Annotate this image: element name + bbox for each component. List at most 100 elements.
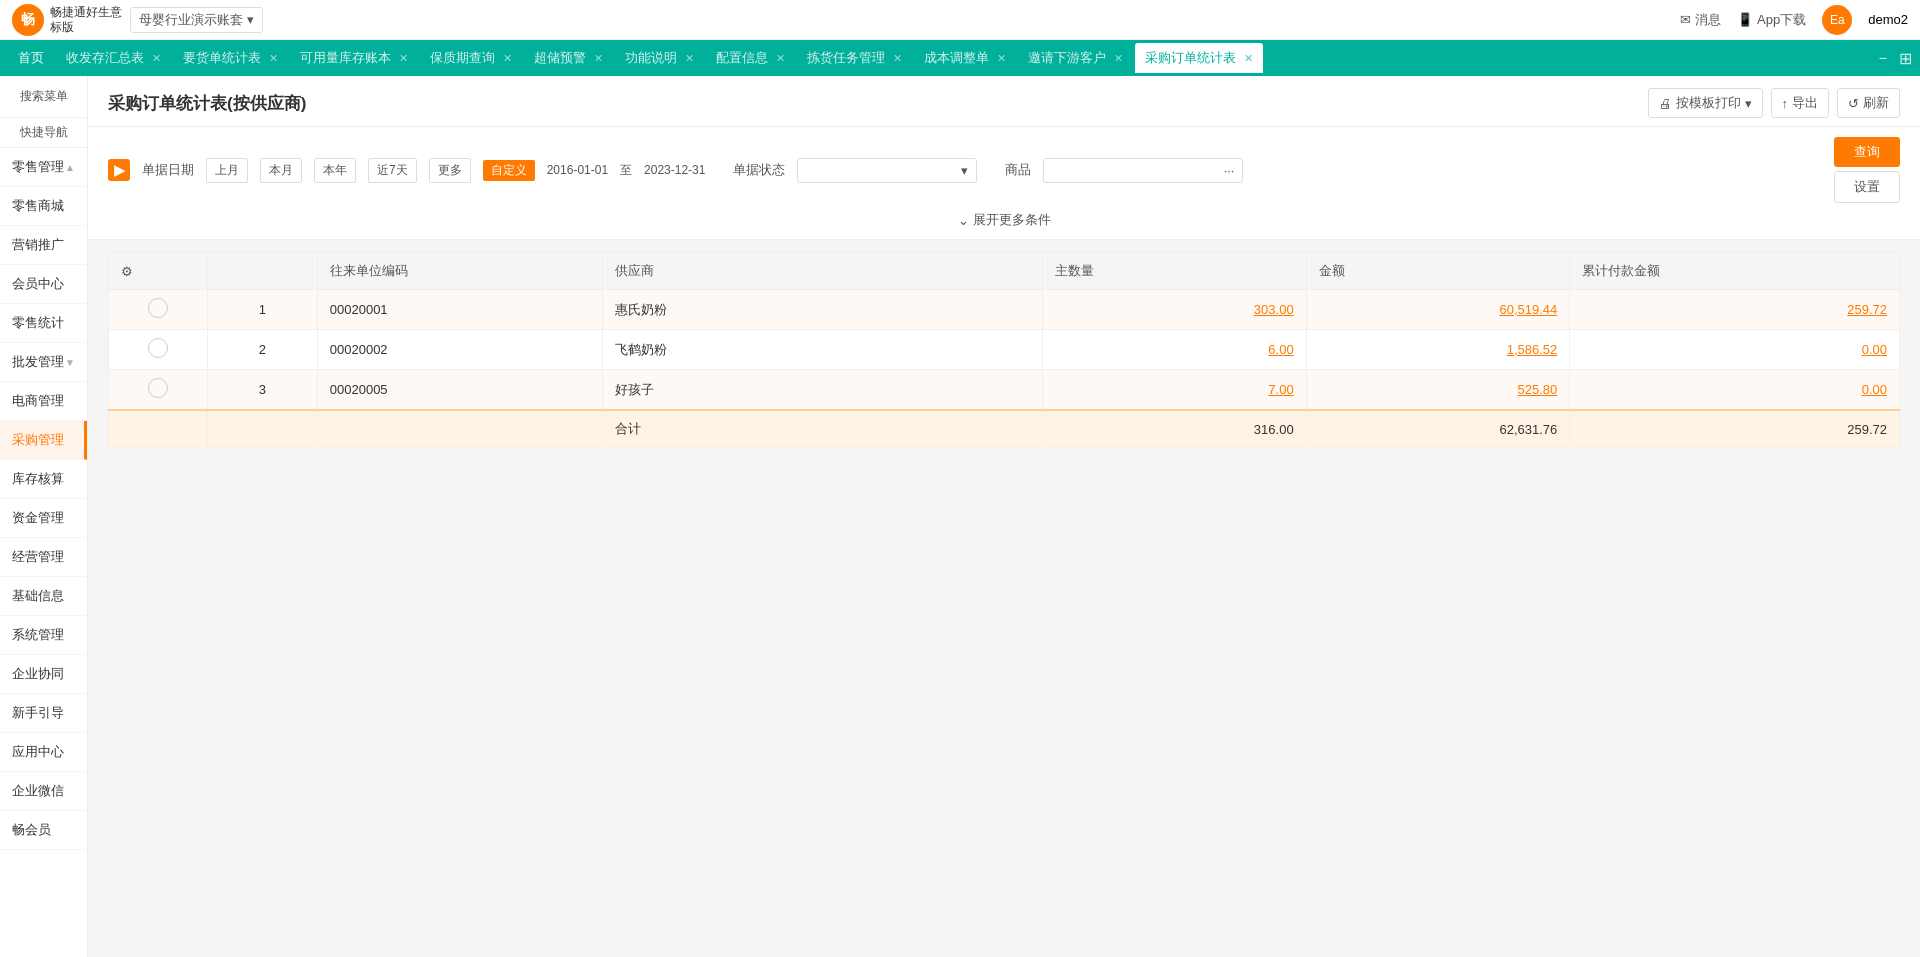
filter-action-buttons: 查询 设置 xyxy=(1834,137,1900,203)
tab-order-summary[interactable]: 要货单统计表 ✕ xyxy=(173,43,288,73)
row-paid-cell[interactable]: 0.00 xyxy=(1570,330,1900,370)
tab-invite-downstream[interactable]: 邀请下游客户 ✕ xyxy=(1018,43,1133,73)
search-menu-button[interactable]: 搜索菜单 xyxy=(6,84,81,109)
close-icon[interactable]: ✕ xyxy=(997,52,1006,65)
download-icon: 📱 xyxy=(1737,12,1753,27)
close-icon[interactable]: ✕ xyxy=(503,52,512,65)
tab-config-info[interactable]: 配置信息 ✕ xyxy=(706,43,795,73)
date-range-to: 2023-12-31 xyxy=(644,163,705,177)
sidebar-item-member-center[interactable]: 会员中心 xyxy=(0,265,87,304)
export-button[interactable]: ↑ 导出 xyxy=(1771,88,1830,118)
sidebar-item-stock-check[interactable]: 库存核算 xyxy=(0,460,87,499)
close-icon[interactable]: ✕ xyxy=(776,52,785,65)
sidebar-item-enterprise-wechat[interactable]: 企业微信 xyxy=(0,772,87,811)
row-amount-cell[interactable]: 60,519.44 xyxy=(1306,290,1570,330)
date-custom-button[interactable]: 自定义 xyxy=(483,160,535,181)
sidebar-item-new-guide[interactable]: 新手引导 xyxy=(0,694,87,733)
table-footer: 合计 316.00 62,631.76 259.72 xyxy=(109,410,1900,448)
date-more-button[interactable]: 更多 xyxy=(429,158,471,183)
close-icon[interactable]: ✕ xyxy=(269,52,278,65)
tab-available-stock[interactable]: 可用量库存账本 ✕ xyxy=(290,43,418,73)
tab-overstock-warning[interactable]: 超储预警 ✕ xyxy=(524,43,613,73)
row-settings-icon[interactable] xyxy=(148,298,168,318)
row-paid-cell[interactable]: 0.00 xyxy=(1570,370,1900,411)
row-qty-cell[interactable]: 7.00 xyxy=(1042,370,1306,411)
settings-icon[interactable]: ⚙ xyxy=(121,264,133,279)
avatar[interactable]: Ea xyxy=(1822,5,1852,35)
sidebar-item-wholesale-mgmt[interactable]: 批发管理 ▼ xyxy=(0,343,87,382)
row-code-cell: 00020002 xyxy=(317,330,603,370)
row-qty-cell[interactable]: 303.00 xyxy=(1042,290,1306,330)
row-paid-cell[interactable]: 259.72 xyxy=(1570,290,1900,330)
close-icon[interactable]: ✕ xyxy=(1114,52,1123,65)
sidebar-item-basic-info[interactable]: 基础信息 xyxy=(0,577,87,616)
minimize-button[interactable]: － xyxy=(1875,48,1891,69)
refresh-button[interactable]: ↺ 刷新 xyxy=(1837,88,1900,118)
app-download-button[interactable]: 📱 App下载 xyxy=(1737,11,1806,29)
footer-amount: 62,631.76 xyxy=(1306,410,1570,448)
tab-cost-adjust[interactable]: 成本调整单 ✕ xyxy=(914,43,1016,73)
tab-purchase-summary[interactable]: 采购订单统计表 ✕ xyxy=(1135,43,1263,73)
footer-paid: 259.72 xyxy=(1570,410,1900,448)
sidebar-item-app-center[interactable]: 应用中心 xyxy=(0,733,87,772)
row-qty-cell[interactable]: 6.00 xyxy=(1042,330,1306,370)
tab-collect-send[interactable]: 收发存汇总表 ✕ xyxy=(56,43,171,73)
sidebar-item-ops-mgmt[interactable]: 经营管理 xyxy=(0,538,87,577)
user-avatar-text: Ea xyxy=(1830,13,1845,27)
table-body: 1 00020001 惠氏奶粉 303.00 60,519.44 259.72 … xyxy=(109,290,1900,411)
sidebar-item-retail-mall[interactable]: 零售商城 xyxy=(0,187,87,226)
sidebar-item-purchase-mgmt[interactable]: 采购管理 xyxy=(0,421,87,460)
footer-row: 合计 316.00 62,631.76 259.72 xyxy=(109,410,1900,448)
date-last-month-button[interactable]: 上月 xyxy=(206,158,248,183)
row-amount-cell[interactable]: 1,586.52 xyxy=(1306,330,1570,370)
more-icon: ··· xyxy=(1224,163,1235,178)
footer-label: 合计 xyxy=(603,410,1043,448)
tab-pick-task[interactable]: 拣货任务管理 ✕ xyxy=(797,43,912,73)
tab-label: 功能说明 xyxy=(625,49,677,67)
sidebar-item-retail-mgmt[interactable]: 零售管理 ▲ xyxy=(0,148,87,187)
sidebar-item-ecommerce[interactable]: 电商管理 xyxy=(0,382,87,421)
top-bar-left: 畅 畅捷通好生意 标版 母婴行业演示账套 ▾ xyxy=(12,4,263,36)
sidebar-item-system-mgmt[interactable]: 系统管理 xyxy=(0,616,87,655)
date-last-7days-button[interactable]: 近7天 xyxy=(368,158,417,183)
row-settings-icon[interactable] xyxy=(148,338,168,358)
close-icon[interactable]: ✕ xyxy=(152,52,161,65)
row-amount-cell[interactable]: 525.80 xyxy=(1306,370,1570,411)
goods-filter-input[interactable]: ··· xyxy=(1043,158,1243,183)
sidebar-item-retail-stats[interactable]: 零售统计 xyxy=(0,304,87,343)
tab-expiry-query[interactable]: 保质期查询 ✕ xyxy=(420,43,522,73)
expand-more-button[interactable]: ⌄ 展开更多条件 xyxy=(958,211,1051,229)
user-name: demo2 xyxy=(1868,12,1908,27)
sidebar-item-finance-mgmt[interactable]: 资金管理 xyxy=(0,499,87,538)
close-icon[interactable]: ✕ xyxy=(594,52,603,65)
date-this-month-button[interactable]: 本月 xyxy=(260,158,302,183)
close-icon[interactable]: ✕ xyxy=(399,52,408,65)
quick-nav-button[interactable]: 快捷导航 xyxy=(0,118,87,148)
status-filter-select[interactable]: ▾ xyxy=(797,158,977,183)
footer-qty: 316.00 xyxy=(1042,410,1306,448)
row-code-cell: 00020005 xyxy=(317,370,603,411)
status-filter-label: 单据状态 xyxy=(733,161,785,179)
query-button[interactable]: 查询 xyxy=(1834,137,1900,167)
workspace-selector[interactable]: 母婴行业演示账套 ▾ xyxy=(130,7,263,33)
message-button[interactable]: ✉ 消息 xyxy=(1680,11,1721,29)
content-area: 采购订单统计表(按供应商) 🖨 按模板打印 ▾ ↑ 导出 ↺ 刷新 xyxy=(88,76,1920,957)
row-settings-icon[interactable] xyxy=(148,378,168,398)
chevron-down-icon: ▾ xyxy=(961,163,968,178)
maximize-button[interactable]: ⊞ xyxy=(1899,49,1912,68)
close-icon[interactable]: ✕ xyxy=(685,52,694,65)
date-this-year-button[interactable]: 本年 xyxy=(314,158,356,183)
settings-button[interactable]: 设置 xyxy=(1834,171,1900,203)
sidebar-item-vip-member[interactable]: 畅会员 xyxy=(0,811,87,850)
logo-icon: 畅 xyxy=(12,4,44,36)
close-icon[interactable]: ✕ xyxy=(1244,52,1253,65)
sidebar-item-marketing[interactable]: 营销推广 xyxy=(0,226,87,265)
tab-home[interactable]: 首页 xyxy=(8,43,54,73)
tab-label: 成本调整单 xyxy=(924,49,989,67)
chevron-up-icon: ▲ xyxy=(65,162,75,173)
tab-function-desc[interactable]: 功能说明 ✕ xyxy=(615,43,704,73)
close-icon[interactable]: ✕ xyxy=(893,52,902,65)
print-button[interactable]: 🖨 按模板打印 ▾ xyxy=(1648,88,1763,118)
sidebar-item-enterprise-coop[interactable]: 企业协同 xyxy=(0,655,87,694)
filter-toggle-button[interactable]: ▶ xyxy=(108,159,130,181)
